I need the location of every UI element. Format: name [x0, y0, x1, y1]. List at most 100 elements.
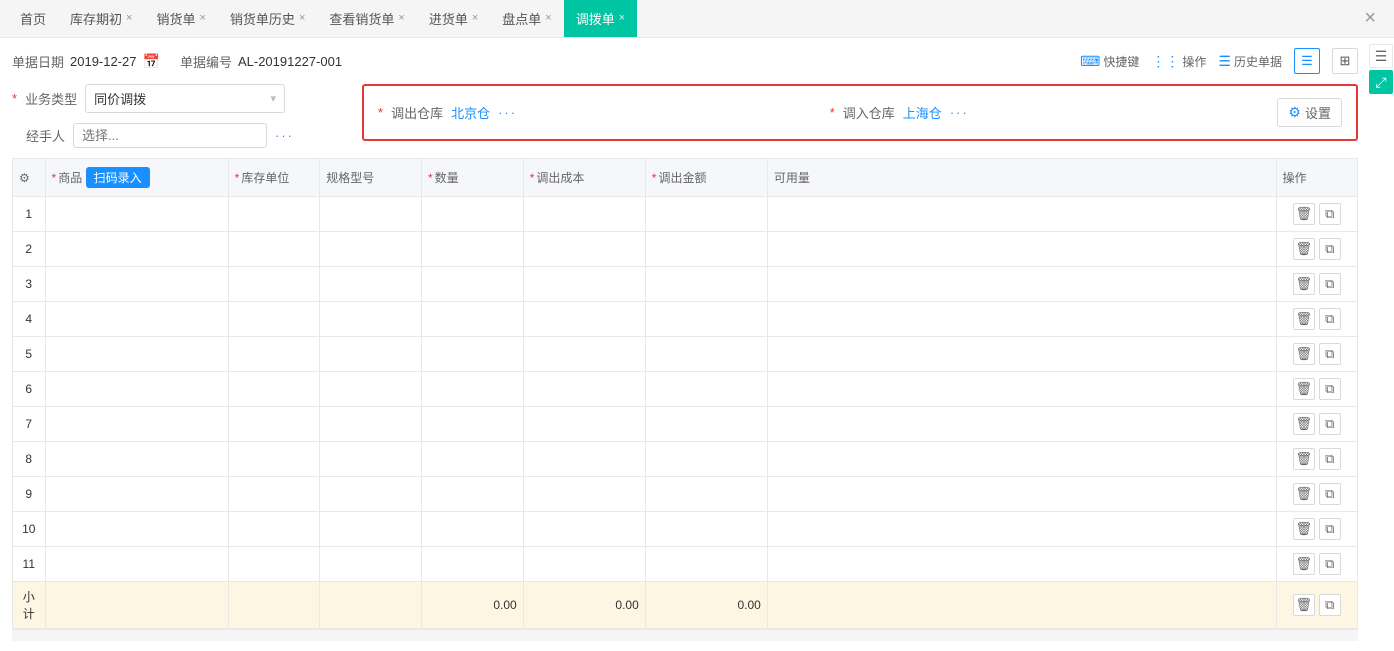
cell-product[interactable]	[45, 267, 228, 302]
person-more-btn[interactable]: ···	[275, 128, 294, 143]
settings-btn[interactable]: ⚙ 设置	[1277, 98, 1342, 127]
cell-product[interactable]	[45, 442, 228, 477]
cell-cost[interactable]	[523, 197, 645, 232]
calendar-icon[interactable]: 📅	[143, 53, 160, 70]
copy-btn[interactable]: ⧉	[1319, 553, 1341, 575]
cell-unit[interactable]	[228, 267, 320, 302]
cell-amount[interactable]	[645, 337, 767, 372]
subtotal-delete-btn[interactable]: 🗑	[1293, 594, 1315, 616]
cell-unit[interactable]	[228, 407, 320, 442]
tab-purchase[interactable]: 进货单 ×	[417, 0, 490, 37]
cell-quantity[interactable]	[421, 407, 523, 442]
layout-grid-btn[interactable]: ⊞	[1332, 48, 1358, 74]
copy-btn[interactable]: ⧉	[1319, 238, 1341, 260]
cell-product[interactable]	[45, 337, 228, 372]
copy-btn[interactable]: ⧉	[1319, 203, 1341, 225]
cell-unit[interactable]	[228, 302, 320, 337]
cell-spec[interactable]	[320, 547, 422, 582]
person-input[interactable]	[73, 123, 267, 148]
copy-btn[interactable]: ⧉	[1319, 273, 1341, 295]
delete-btn[interactable]: 🗑	[1293, 413, 1315, 435]
delete-btn[interactable]: 🗑	[1293, 203, 1315, 225]
cell-product[interactable]	[45, 407, 228, 442]
cell-amount[interactable]	[645, 267, 767, 302]
tab-inventory-init[interactable]: 库存期初 ×	[58, 0, 144, 37]
tab-inventory-check[interactable]: 盘点单 ×	[490, 0, 563, 37]
copy-btn[interactable]: ⧉	[1319, 448, 1341, 470]
delete-btn[interactable]: 🗑	[1293, 378, 1315, 400]
tab-close-inventory-check[interactable]: ×	[545, 13, 551, 24]
cell-amount[interactable]	[645, 372, 767, 407]
cell-quantity[interactable]	[421, 512, 523, 547]
in-warehouse-value[interactable]: 上海仓	[903, 103, 942, 122]
cell-cost[interactable]	[523, 302, 645, 337]
sidebar-expand-icon[interactable]: ⤢	[1369, 70, 1393, 94]
layout-list-btn[interactable]: ☰	[1294, 48, 1320, 74]
cell-product[interactable]	[45, 372, 228, 407]
cell-amount[interactable]	[645, 197, 767, 232]
cell-cost[interactable]	[523, 372, 645, 407]
delete-btn[interactable]: 🗑	[1293, 553, 1315, 575]
cell-unit[interactable]	[228, 547, 320, 582]
cell-amount[interactable]	[645, 477, 767, 512]
cell-unit[interactable]	[228, 372, 320, 407]
cell-quantity[interactable]	[421, 442, 523, 477]
cell-product[interactable]	[45, 197, 228, 232]
copy-btn[interactable]: ⧉	[1319, 483, 1341, 505]
copy-btn[interactable]: ⧉	[1319, 378, 1341, 400]
cell-amount[interactable]	[645, 547, 767, 582]
cell-cost[interactable]	[523, 337, 645, 372]
table-scrollbar[interactable]	[12, 629, 1358, 641]
delete-btn[interactable]: 🗑	[1293, 483, 1315, 505]
cell-quantity[interactable]	[421, 197, 523, 232]
cell-quantity[interactable]	[421, 477, 523, 512]
tab-sales-history[interactable]: 销货单历史 ×	[218, 0, 317, 37]
tab-close-sales-history[interactable]: ×	[299, 13, 305, 24]
delete-btn[interactable]: 🗑	[1293, 238, 1315, 260]
cell-unit[interactable]	[228, 337, 320, 372]
cell-unit[interactable]	[228, 232, 320, 267]
cell-amount[interactable]	[645, 232, 767, 267]
cell-cost[interactable]	[523, 442, 645, 477]
delete-btn[interactable]: 🗑	[1293, 273, 1315, 295]
cell-product[interactable]	[45, 477, 228, 512]
business-type-input[interactable]: 同价调拨 ▾	[85, 84, 285, 113]
cell-unit[interactable]	[228, 442, 320, 477]
cell-unit[interactable]	[228, 512, 320, 547]
delete-btn[interactable]: 🗑	[1293, 308, 1315, 330]
shortcuts-btn[interactable]: ⌨ 快捷键	[1080, 53, 1139, 70]
cell-spec[interactable]	[320, 267, 422, 302]
cell-unit[interactable]	[228, 197, 320, 232]
copy-btn[interactable]: ⧉	[1319, 413, 1341, 435]
cell-quantity[interactable]	[421, 302, 523, 337]
subtotal-copy-btn[interactable]: ⧉	[1319, 594, 1341, 616]
in-warehouse-more-btn[interactable]: ···	[950, 105, 969, 120]
cell-quantity[interactable]	[421, 267, 523, 302]
scan-btn[interactable]: 扫码录入	[86, 167, 150, 188]
tab-view-sales[interactable]: 查看销货单 ×	[317, 0, 416, 37]
cell-product[interactable]	[45, 512, 228, 547]
cell-quantity[interactable]	[421, 372, 523, 407]
cell-unit[interactable]	[228, 477, 320, 512]
cell-cost[interactable]	[523, 407, 645, 442]
cell-spec[interactable]	[320, 477, 422, 512]
cell-cost[interactable]	[523, 512, 645, 547]
tab-home[interactable]: 首页	[8, 0, 58, 37]
cell-cost[interactable]	[523, 477, 645, 512]
cell-spec[interactable]	[320, 337, 422, 372]
cell-cost[interactable]	[523, 267, 645, 302]
tab-sales-order[interactable]: 销货单 ×	[144, 0, 217, 37]
delete-btn[interactable]: 🗑	[1293, 448, 1315, 470]
tab-close-inventory-init[interactable]: ×	[126, 13, 132, 24]
cell-cost[interactable]	[523, 547, 645, 582]
operations-btn[interactable]: ⋮⋮ 操作	[1151, 53, 1206, 70]
tab-close-view-sales[interactable]: ×	[398, 13, 404, 24]
copy-btn[interactable]: ⧉	[1319, 308, 1341, 330]
delete-btn[interactable]: 🗑	[1293, 343, 1315, 365]
tab-close-purchase[interactable]: ×	[472, 13, 478, 24]
out-warehouse-value[interactable]: 北京仓	[451, 103, 490, 122]
cell-spec[interactable]	[320, 372, 422, 407]
cell-spec[interactable]	[320, 232, 422, 267]
cell-product[interactable]	[45, 232, 228, 267]
tab-close-sales-order[interactable]: ×	[199, 13, 205, 24]
